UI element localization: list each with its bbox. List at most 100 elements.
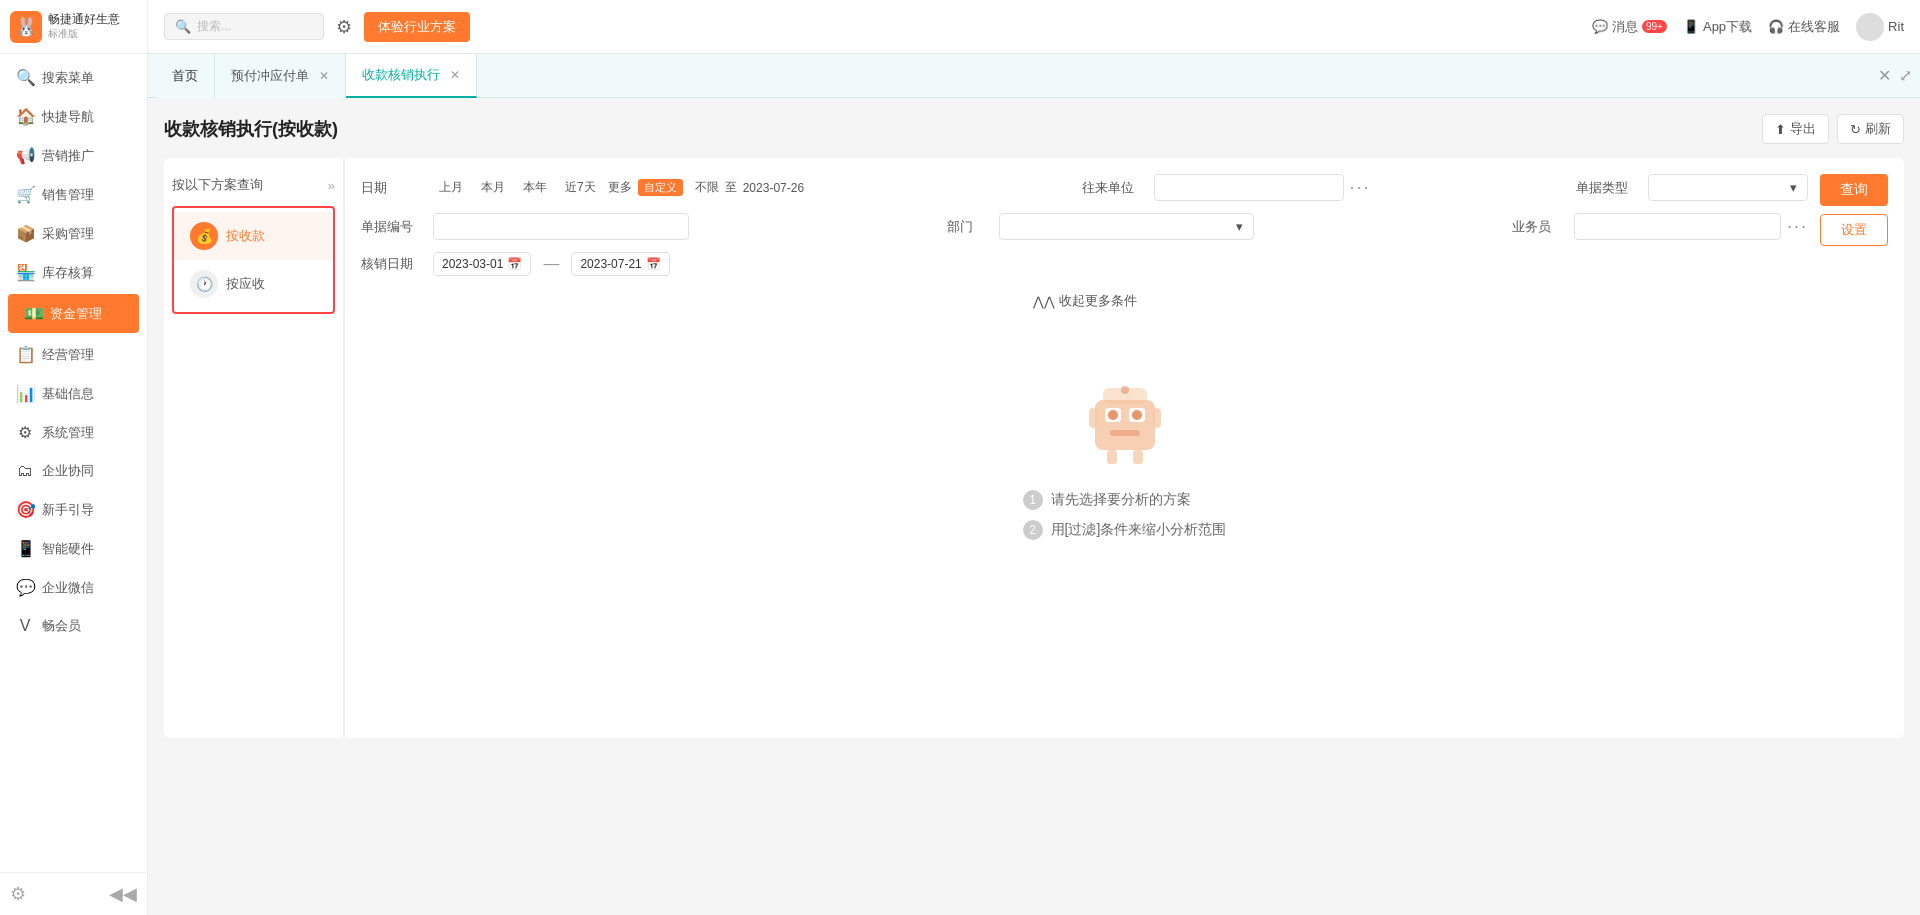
- user-info[interactable]: Rit: [1856, 13, 1904, 41]
- tab-prepay[interactable]: 预付冲应付单 ✕: [215, 54, 346, 98]
- date-7days[interactable]: 近7天: [559, 177, 602, 198]
- sidebar-item-0[interactable]: 🔍搜索菜单: [0, 58, 147, 97]
- collection-icon: 💰: [190, 222, 218, 250]
- sidebar-item-13[interactable]: 💬企业微信: [0, 568, 147, 607]
- topbar-right: 💬 消息 99+ 📱 App下载 🎧 在线客服 Rit: [1592, 13, 1904, 41]
- staff-input[interactable]: [1574, 213, 1781, 240]
- sidebar-item-7[interactable]: 📋经营管理: [0, 335, 147, 374]
- staff-more-icon[interactable]: ···: [1787, 216, 1808, 237]
- refresh-icon: ↻: [1850, 122, 1861, 137]
- collapse-sidebar-icon[interactable]: ◀◀: [109, 883, 137, 905]
- sidebar-label-4: 采购管理: [42, 225, 94, 243]
- sidebar-item-14[interactable]: V畅会员: [0, 607, 147, 645]
- hint-item-1: 1 请先选择要分析的方案: [1023, 490, 1227, 510]
- hint-text-1: 请先选择要分析的方案: [1051, 491, 1191, 509]
- sidebar-item-8[interactable]: 📊基础信息: [0, 374, 147, 413]
- gear-icon[interactable]: ⚙: [336, 16, 352, 38]
- svg-rect-9: [1133, 450, 1143, 464]
- avatar: [1856, 13, 1884, 41]
- date-unlimit-range: 不限 至 2023-07-26: [695, 179, 876, 196]
- date-last-month[interactable]: 上月: [433, 177, 469, 198]
- partner-more-icon[interactable]: ···: [1350, 177, 1371, 198]
- date-custom-badge[interactable]: 自定义: [638, 179, 683, 196]
- verify-date-start-input[interactable]: 2023-03-01 📅: [433, 252, 531, 276]
- app-name-text: 畅捷通好生意: [48, 12, 120, 28]
- refresh-button[interactable]: ↻ 刷新: [1837, 114, 1904, 144]
- message-button[interactable]: 💬 消息 99+: [1592, 18, 1667, 36]
- bill-type-select[interactable]: ▾: [1648, 174, 1808, 201]
- empty-state: 1 请先选择要分析的方案 2 用[过滤]条件来缩小分析范围: [361, 310, 1888, 600]
- sidebar-item-11[interactable]: 🎯新手引导: [0, 490, 147, 529]
- sidebar-item-1[interactable]: 🏠 快捷导航: [0, 97, 147, 136]
- close-window-icon[interactable]: ✕: [1878, 66, 1891, 85]
- sidebar-icon-9: ⚙: [16, 423, 34, 442]
- sidebar-icon-1: 🏠: [16, 107, 34, 126]
- tab-prepay-close[interactable]: ✕: [319, 69, 329, 83]
- app-logo-icon: 🐰: [10, 11, 42, 43]
- filter-row-1: 日期 上月 本月 本年 近7天 更多 自定义 不限 至: [361, 174, 1808, 201]
- svg-point-3: [1108, 410, 1118, 420]
- bill-no-input[interactable]: [433, 213, 689, 240]
- staff-label: 业务员: [1512, 218, 1562, 236]
- panel-item-by-collection[interactable]: 💰 按收款: [174, 212, 333, 260]
- tab-collection-close[interactable]: ✕: [450, 68, 460, 82]
- app-edition: 标准版: [48, 27, 120, 41]
- tab-collection[interactable]: 收款核销执行 ✕: [346, 54, 477, 98]
- collapse-conditions-button[interactable]: ⋀⋀ 收起更多条件: [361, 292, 1808, 310]
- tab-home[interactable]: 首页: [156, 54, 215, 98]
- sidebar-item-2[interactable]: 📢 营销推广: [0, 136, 147, 175]
- date-this-month[interactable]: 本月: [475, 177, 511, 198]
- sidebar-icon-11: 🎯: [16, 500, 34, 519]
- online-service-label: 在线客服: [1788, 18, 1840, 36]
- sidebar-icon-10: 🗂: [16, 462, 34, 480]
- sidebar-item-4[interactable]: 📦 采购管理: [0, 214, 147, 253]
- verify-date-end-input[interactable]: 2023-07-21 📅: [571, 252, 669, 276]
- query-button[interactable]: 查询: [1820, 174, 1888, 206]
- main-content: 🔍 搜索... ⚙ 体验行业方案 💬 消息 99+ 📱 App下载 🎧 在线客服…: [148, 0, 1920, 915]
- date-this-year[interactable]: 本年: [517, 177, 553, 198]
- sidebar-icon-12: 📱: [16, 539, 34, 558]
- sidebar-item-10[interactable]: 🗂企业协同: [0, 452, 147, 490]
- sidebar-label-0: 搜索菜单: [42, 69, 94, 87]
- sidebar-item-6[interactable]: 💵资金管理: [8, 294, 139, 333]
- sidebar-icon-2: 📢: [16, 146, 34, 165]
- collapse-up-icon: ⋀⋀: [1033, 294, 1055, 309]
- app-name: 畅捷通好生意 标准版: [48, 12, 120, 42]
- sidebar-icon-3: 🛒: [16, 185, 34, 204]
- sidebar-item-12[interactable]: 📱智能硬件: [0, 529, 147, 568]
- tab-home-label: 首页: [172, 67, 198, 85]
- date-more[interactable]: 更多: [608, 179, 632, 196]
- app-download-button[interactable]: 📱 App下载: [1683, 18, 1752, 36]
- calendar-end-icon: 📅: [646, 257, 661, 271]
- maximize-icon[interactable]: ⤢: [1899, 66, 1912, 85]
- industry-solution-button[interactable]: 体验行业方案: [364, 12, 470, 42]
- settings-icon[interactable]: ⚙: [10, 883, 26, 905]
- user-name: Rit: [1888, 19, 1904, 34]
- search-bar[interactable]: 🔍 搜索...: [164, 13, 324, 40]
- sidebar-icon-4: 📦: [16, 224, 34, 243]
- sidebar-label-1: 快捷导航: [42, 108, 94, 126]
- sidebar-icon-14: V: [16, 617, 34, 635]
- export-button[interactable]: ⬆ 导出: [1762, 114, 1829, 144]
- sidebar-label-2: 营销推广: [42, 147, 94, 165]
- verify-date-start-text: 2023-03-01: [442, 257, 503, 271]
- partner-input[interactable]: [1154, 174, 1344, 201]
- sidebar-item-5[interactable]: 🏪库存核算: [0, 253, 147, 292]
- dept-dropdown-icon: ▾: [1236, 219, 1243, 234]
- sidebar-label-7: 经营管理: [42, 346, 94, 364]
- sidebar-icon-5: 🏪: [16, 263, 34, 282]
- panel-collapse-icon[interactable]: »: [328, 178, 335, 193]
- online-service-button[interactable]: 🎧 在线客服: [1768, 18, 1840, 36]
- sidebar-label-8: 基础信息: [42, 385, 94, 403]
- topbar: 🔍 搜索... ⚙ 体验行业方案 💬 消息 99+ 📱 App下载 🎧 在线客服…: [148, 0, 1920, 54]
- export-label: 导出: [1790, 120, 1816, 138]
- sidebar-label-3: 销售管理: [42, 186, 94, 204]
- sidebar-item-9[interactable]: ⚙系统管理: [0, 413, 147, 452]
- panel-item-by-receivable[interactable]: 🕐 按应收: [174, 260, 333, 308]
- date-to-text: 至: [725, 179, 737, 196]
- sidebar-item-3[interactable]: 🛒 销售管理: [0, 175, 147, 214]
- filter-settings-button[interactable]: 设置: [1820, 214, 1888, 246]
- svg-rect-6: [1089, 408, 1097, 428]
- dept-select[interactable]: ▾: [999, 213, 1255, 240]
- sidebar-bottom: ⚙ ◀◀: [0, 872, 147, 915]
